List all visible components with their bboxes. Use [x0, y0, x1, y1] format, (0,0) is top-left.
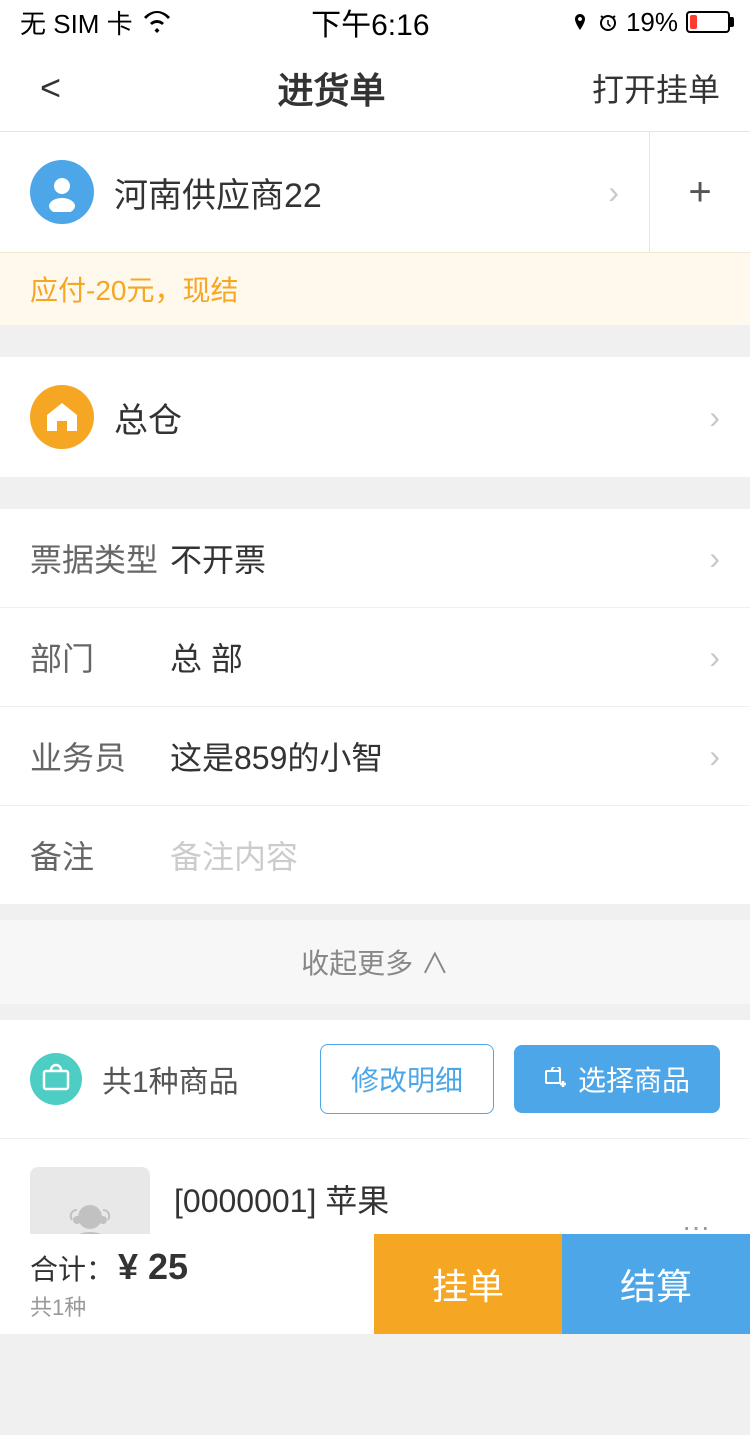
person-icon — [42, 172, 82, 212]
total-section: 合计： ¥ 25 共1种 — [0, 1234, 374, 1334]
divider-2 — [0, 493, 750, 509]
battery-icon — [686, 11, 730, 33]
dept-row[interactable]: 部门 总 部 › — [0, 608, 750, 707]
warehouse-row[interactable]: 总仓 › — [0, 357, 750, 477]
warehouse-chevron: › — [709, 399, 720, 436]
invoice-value: 不开票 — [170, 535, 709, 581]
carrier-text: 无 SIM 卡 — [20, 4, 133, 41]
battery-percent: 19% — [626, 7, 678, 38]
wifi-icon — [143, 11, 171, 33]
warehouse-card[interactable]: 总仓 › — [0, 357, 750, 477]
status-bar: 无 SIM 卡 下午6:16 19% — [0, 0, 750, 44]
total-amount: ¥ 25 — [118, 1246, 188, 1288]
open-hang-button[interactable]: 打开挂单 — [592, 65, 720, 111]
supplier-section: 河南供应商22 › + — [0, 132, 750, 252]
products-header: 共1种商品 修改明细 选择商品 — [0, 1020, 750, 1138]
select-product-label: 选择商品 — [578, 1059, 690, 1099]
page-title: 进货单 — [278, 62, 386, 114]
remark-row[interactable]: 备注 备注内容 — [0, 806, 750, 904]
select-product-button[interactable]: 选择商品 — [514, 1045, 720, 1113]
product-count-text: 共1种商品 — [102, 1057, 300, 1101]
location-icon — [570, 12, 590, 32]
select-product-icon — [544, 1067, 568, 1091]
supplier-chevron: › — [608, 174, 619, 211]
product-name: [0000001] 苹果 — [174, 1176, 648, 1222]
dept-chevron: › — [709, 639, 720, 676]
hang-order-button[interactable]: 挂单 — [374, 1234, 562, 1334]
supplier-name: 河南供应商22 — [114, 168, 608, 217]
dept-value: 总 部 — [170, 634, 709, 680]
invoice-row[interactable]: 票据类型 不开票 › — [0, 509, 750, 608]
nav-bar: < 进货单 打开挂单 — [0, 44, 750, 132]
divider-1 — [0, 341, 750, 357]
cart-icon — [40, 1063, 72, 1095]
collapse-label: 收起更多 ∧ — [301, 942, 449, 982]
salesman-chevron: › — [709, 738, 720, 775]
remark-label: 备注 — [30, 832, 170, 878]
back-button[interactable]: < — [30, 57, 71, 119]
edit-detail-button[interactable]: 修改明细 — [320, 1044, 494, 1114]
add-supplier-button[interactable]: + — [650, 132, 750, 252]
alarm-icon — [598, 12, 618, 32]
form-card: 票据类型 不开票 › 部门 总 部 › 业务员 这是859的小智 › 备注 备注… — [0, 509, 750, 904]
supplier-row[interactable]: 河南供应商22 › — [0, 132, 650, 252]
bottom-bar: 合计： ¥ 25 共1种 挂单 结算 — [0, 1234, 750, 1334]
product-title: 苹果 — [325, 1183, 389, 1219]
status-right: 19% — [570, 7, 730, 38]
salesman-value: 这是859的小智 — [170, 733, 709, 779]
warehouse-name: 总仓 — [114, 393, 709, 442]
salesman-row[interactable]: 业务员 这是859的小智 › — [0, 707, 750, 806]
remark-input[interactable]: 备注内容 — [170, 832, 720, 878]
supplier-card: 河南供应商22 › + 应付-20元，现结 — [0, 132, 750, 325]
status-left: 无 SIM 卡 — [20, 4, 171, 41]
supplier-alert: 应付-20元，现结 — [0, 252, 750, 325]
status-time: 下午6:16 — [311, 0, 429, 44]
product-code: [0000001] — [174, 1183, 316, 1219]
total-count: 共1种 — [30, 1290, 344, 1322]
total-label: 合计： — [30, 1248, 114, 1288]
dept-label: 部门 — [30, 634, 170, 680]
battery-fill — [690, 15, 697, 29]
house-icon — [44, 399, 80, 435]
invoice-label: 票据类型 — [30, 535, 170, 581]
product-count-icon — [30, 1053, 82, 1105]
supplier-avatar — [30, 160, 94, 224]
invoice-chevron: › — [709, 540, 720, 577]
divider-3 — [0, 1004, 750, 1020]
collapse-button[interactable]: 收起更多 ∧ — [0, 920, 750, 1004]
salesman-label: 业务员 — [30, 733, 170, 779]
settle-button[interactable]: 结算 — [562, 1234, 750, 1334]
warehouse-icon — [30, 385, 94, 449]
